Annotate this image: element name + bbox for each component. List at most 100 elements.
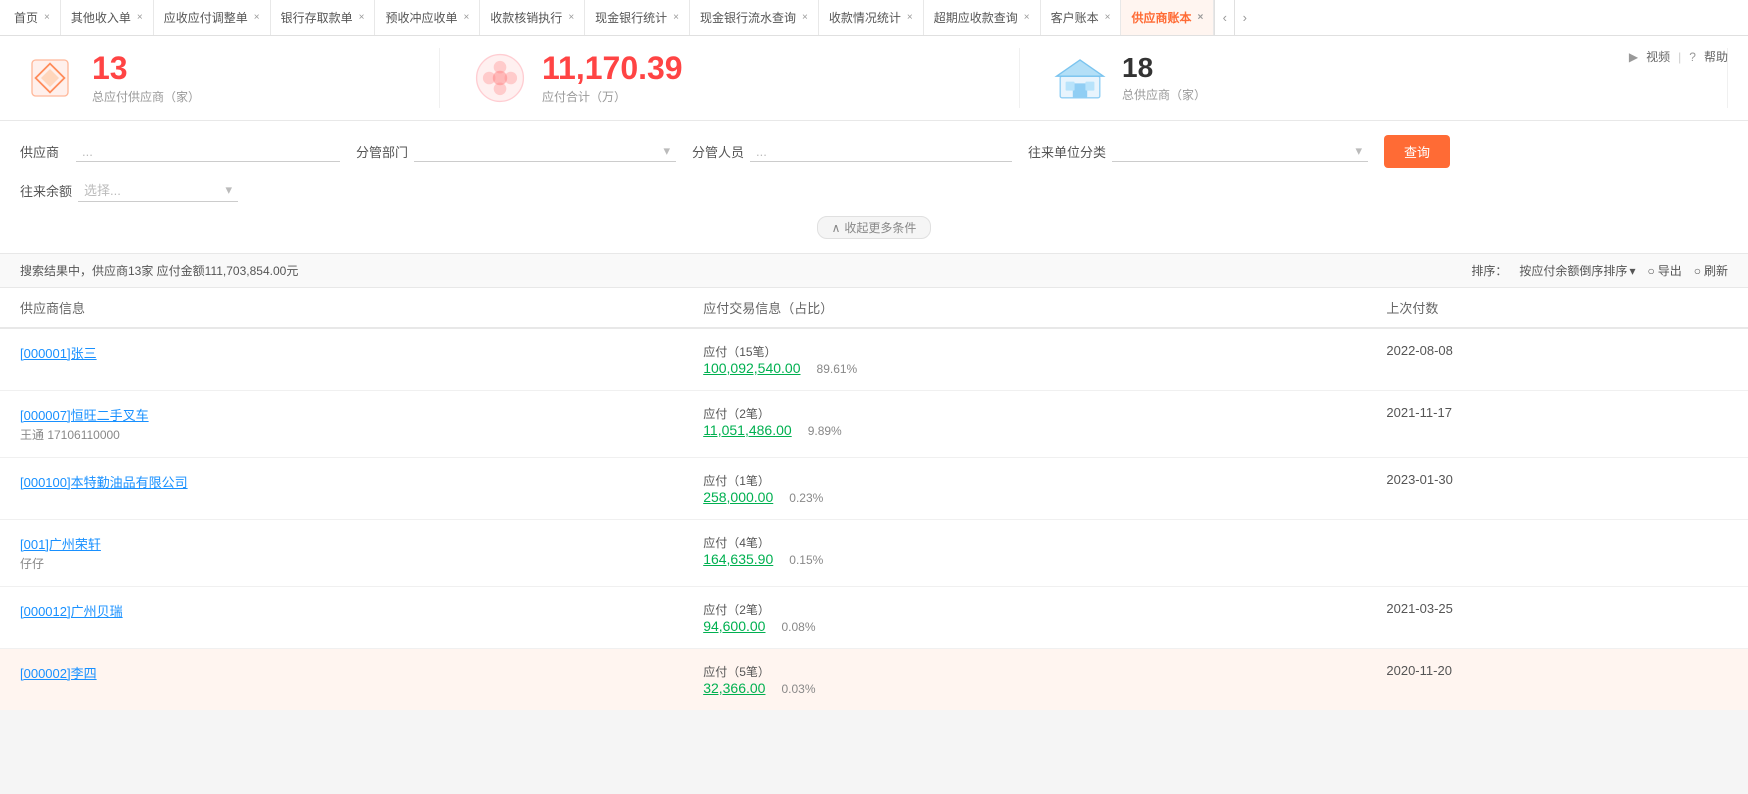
close-icon[interactable]: ×: [1197, 12, 1203, 23]
supplier-input-wrapper[interactable]: ...: [76, 142, 340, 162]
close-icon[interactable]: ×: [673, 12, 679, 23]
amount-label: 应付（2笔）: [703, 405, 1386, 422]
video-link[interactable]: 视频: [1646, 48, 1670, 65]
nav-tab-2[interactable]: 应收应付调整单 ×: [154, 0, 271, 35]
nav-tab-1[interactable]: 其他收入单 ×: [61, 0, 154, 35]
export-icon: ○: [1647, 264, 1654, 278]
supplier-info-cell: [000002]李四: [20, 663, 703, 682]
balance-filter-label: 往来余额: [20, 181, 72, 200]
filter-balance: 往来余额 选择... ▾: [20, 178, 300, 202]
help-link[interactable]: 帮助: [1704, 48, 1728, 65]
table-row: [000100]本特勤油品有限公司应付（1笔）258,000.000.23%20…: [0, 458, 1748, 520]
amount-value[interactable]: 258,000.00: [703, 489, 773, 505]
balance-placeholder: 选择...: [84, 180, 225, 199]
close-icon[interactable]: ×: [1024, 12, 1030, 23]
collapse-button[interactable]: ∧ 收起更多条件: [817, 216, 932, 239]
table-row: [000001]张三应付（15笔）100,092,540.0089.61%202…: [0, 329, 1748, 391]
table-row: [001]广州荣轩仔仔应付（4笔）164,635.900.15%: [0, 520, 1748, 587]
amount-value[interactable]: 94,600.00: [703, 618, 765, 634]
nav-tab-6[interactable]: 现金银行统计 ×: [585, 0, 690, 35]
amount-value[interactable]: 164,635.90: [703, 551, 773, 567]
nav-tab-11[interactable]: 供应商账本 ×: [1121, 0, 1214, 35]
stat-number-suppliers-payable: 13: [92, 52, 200, 84]
result-bar: 搜索结果中，供应商13家 应付金额111,703,854.00元 排序： 按应付…: [0, 254, 1748, 288]
nav-tab-4[interactable]: 预收冲应收单 ×: [375, 0, 480, 35]
nav-tab-5[interactable]: 收款核销执行 ×: [480, 0, 585, 35]
filter-area: 供应商 ... 分管部门 ▾ 分管人员 ... 往来单位分类 ▾ 查询: [0, 121, 1748, 254]
stat-block-payable-total: 11,170.39 应付合计（万）: [440, 48, 1020, 108]
refresh-button[interactable]: ○ 刷新: [1694, 262, 1728, 279]
nav-tab-home[interactable]: 首页 ×: [4, 0, 61, 35]
top-nav: 首页 × 其他收入单 × 应收应付调整单 × 银行存取款单 × 预收冲应收单 ×…: [0, 0, 1748, 36]
supplier-name-link[interactable]: [001]广州荣轩: [20, 537, 101, 552]
close-icon[interactable]: ×: [254, 12, 260, 23]
main-table: 供应商信息 应付交易信息（占比） 上次付数 [000001]张三应付（15笔）1…: [0, 288, 1748, 710]
play-icon: ▶: [1629, 50, 1638, 64]
table-row: [000002]李四应付（5笔）32,366.000.03%2020-11-20: [0, 649, 1748, 710]
query-button[interactable]: 查询: [1384, 135, 1450, 168]
close-icon[interactable]: ×: [44, 12, 50, 23]
amount-label: 应付（2笔）: [703, 601, 1386, 618]
sort-label: 排序：: [1471, 262, 1507, 279]
close-icon[interactable]: ×: [463, 12, 469, 23]
close-icon[interactable]: ×: [137, 12, 143, 23]
sort-select[interactable]: 按应付余额倒序排序 ▾: [1519, 262, 1635, 279]
supplier-name-link[interactable]: [000007]恒旺二手叉车: [20, 408, 149, 423]
last-payment-cell: 2021-11-17: [1386, 405, 1728, 420]
amount-value[interactable]: 32,366.00: [703, 680, 765, 696]
close-icon[interactable]: ×: [1105, 12, 1111, 23]
amount-label: 应付（4笔）: [703, 534, 1386, 551]
amount-value[interactable]: 11,051,486.00: [703, 422, 792, 438]
amount-value[interactable]: 100,092,540.00: [703, 360, 800, 376]
collapse-bar: ∧ 收起更多条件: [20, 212, 1728, 243]
amount-cell: 应付（2笔）11,051,486.009.89%: [703, 405, 1386, 438]
stat-number-total-suppliers: 18: [1122, 54, 1206, 82]
nav-tab-3[interactable]: 银行存取款单 ×: [271, 0, 376, 35]
balance-select-wrapper[interactable]: 选择... ▾: [78, 178, 238, 202]
amount-percent: 89.61%: [817, 362, 858, 376]
nav-tab-7[interactable]: 现金银行流水查询 ×: [690, 0, 819, 35]
person-dots: ...: [756, 144, 1006, 159]
stat-text-suppliers-payable: 13 总应付供应商（家）: [92, 52, 200, 105]
flower-icon: [470, 48, 530, 108]
nav-left-arrow[interactable]: ‹: [1214, 0, 1234, 35]
filter-unit: 往来单位分类 ▾: [1028, 141, 1368, 162]
supplier-info-cell: [000012]广州贝瑞: [20, 601, 703, 620]
store-icon: [1050, 48, 1110, 108]
supplier-name-link[interactable]: [000012]广州贝瑞: [20, 604, 123, 619]
supplier-info-cell: [000001]张三: [20, 343, 703, 362]
supplier-name-link[interactable]: [000002]李四: [20, 666, 97, 681]
amount-cell: 应付（1笔）258,000.000.23%: [703, 472, 1386, 505]
unit-select-wrapper[interactable]: ▾: [1112, 141, 1368, 162]
table-row: [000012]广州贝瑞应付（2笔）94,600.000.08%2021-03-…: [0, 587, 1748, 649]
result-text: 搜索结果中，供应商13家 应付金额111,703,854.00元: [20, 262, 298, 279]
dept-select-wrapper[interactable]: ▾: [414, 141, 676, 162]
supplier-info-cell: [000100]本特勤油品有限公司: [20, 472, 703, 491]
export-button[interactable]: ○ 导出: [1647, 262, 1681, 279]
nav-right-arrow[interactable]: ›: [1234, 0, 1254, 35]
person-input-wrapper[interactable]: ...: [750, 142, 1012, 162]
stat-number-payable-total: 11,170.39: [542, 52, 683, 84]
col-header-supplier: 供应商信息: [20, 298, 703, 317]
chevron-down-icon-2: ▾: [1355, 143, 1362, 159]
nav-tab-10[interactable]: 客户账本 ×: [1041, 0, 1122, 35]
col-header-transaction: 应付交易信息（占比）: [703, 298, 1386, 317]
amount-cell: 应付（4笔）164,635.900.15%: [703, 534, 1386, 567]
close-icon[interactable]: ×: [359, 12, 365, 23]
close-icon[interactable]: ×: [568, 12, 574, 23]
diamond-icon: [20, 48, 80, 108]
table-body: [000001]张三应付（15笔）100,092,540.0089.61%202…: [0, 329, 1748, 710]
stat-label-payable-total: 应付合计（万）: [542, 88, 683, 105]
stat-text-total-suppliers: 18 总供应商（家）: [1122, 54, 1206, 103]
supplier-name-link[interactable]: [000100]本特勤油品有限公司: [20, 475, 188, 490]
amount-percent: 0.23%: [789, 491, 823, 505]
nav-tab-9[interactable]: 超期应收款查询 ×: [924, 0, 1041, 35]
stat-block-total-suppliers: 18 总供应商（家）: [1020, 48, 1728, 108]
refresh-icon: ○: [1694, 264, 1701, 278]
nav-tab-8[interactable]: 收款情况统计 ×: [819, 0, 924, 35]
amount-percent: 0.08%: [781, 620, 815, 634]
amount-cell: 应付（5笔）32,366.000.03%: [703, 663, 1386, 696]
supplier-name-link[interactable]: [000001]张三: [20, 346, 97, 361]
close-icon[interactable]: ×: [802, 12, 808, 23]
close-icon[interactable]: ×: [907, 12, 913, 23]
